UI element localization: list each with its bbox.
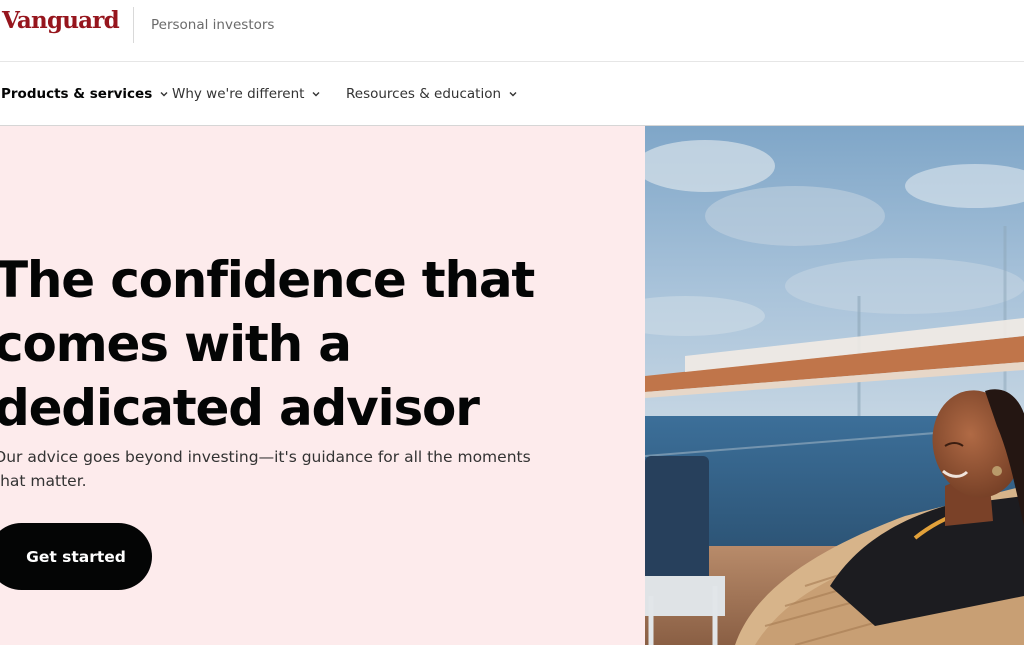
vanguard-logo[interactable]: Vanguard <box>2 7 120 34</box>
nav-item-products-services[interactable]: Products & services <box>1 84 169 104</box>
hero-subtext: Our advice goes beyond investing—it's gu… <box>0 445 554 493</box>
hero-section: The confidence that comes with a dedicat… <box>0 126 645 645</box>
header-divider <box>133 7 134 43</box>
headline-line: comes with a <box>0 315 352 373</box>
woman-relaxing-on-ship-deck-image <box>645 126 1024 645</box>
headline-line: dedicated advisor <box>0 379 480 437</box>
nav-item-resources-education[interactable]: Resources & education <box>346 84 518 104</box>
subtext-line: Our advice goes beyond investing—it's gu… <box>0 448 531 466</box>
audience-label[interactable]: Personal investors <box>151 17 274 33</box>
hero-photo <box>645 126 1024 645</box>
chevron-down-icon <box>160 92 168 97</box>
nav-item-label: Resources & education <box>346 86 502 102</box>
nav-item-label: Why we're different <box>172 86 305 102</box>
hero-headline: The confidence that comes with a dedicat… <box>0 248 614 440</box>
headline-line: The confidence that <box>0 251 535 309</box>
subtext-line: that matter. <box>0 472 87 490</box>
nav-item-label: Products & services <box>1 86 153 102</box>
top-header: Vanguard Personal investors <box>0 0 1024 62</box>
nav-item-why-different[interactable]: Why we're different <box>172 84 321 104</box>
get-started-button[interactable]: Get started <box>0 523 152 590</box>
main-navigation: Products & services Why we're different … <box>0 62 1024 126</box>
chevron-down-icon <box>509 92 517 97</box>
chevron-down-icon <box>312 92 320 97</box>
